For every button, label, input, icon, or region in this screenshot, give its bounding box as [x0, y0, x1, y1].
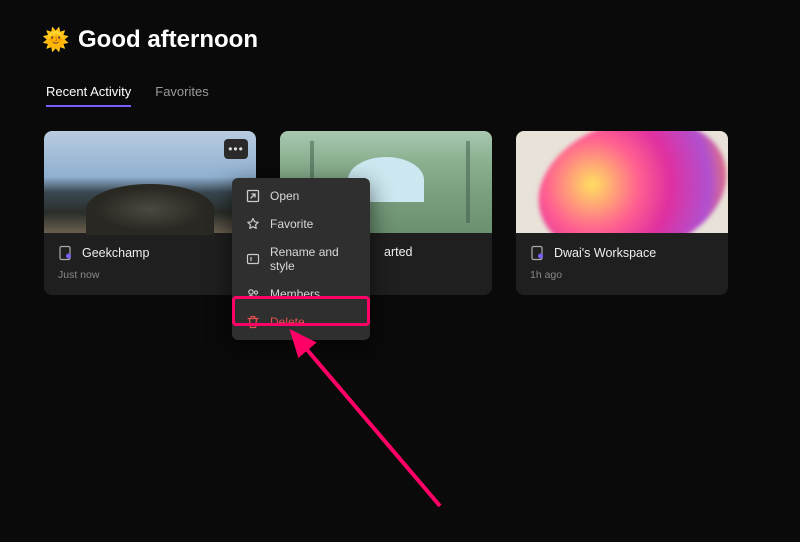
greeting-text: Good afternoon — [78, 26, 258, 54]
menu-label: Delete — [270, 315, 305, 329]
card-title: Geekchamp — [82, 246, 149, 260]
menu-label: Open — [270, 189, 299, 203]
card-timestamp: 1h ago — [530, 269, 714, 281]
menu-item-open[interactable]: Open — [232, 182, 370, 210]
more-horizontal-icon: ••• — [228, 142, 244, 156]
menu-item-favorite[interactable]: Favorite — [232, 210, 370, 238]
tab-bar: Recent Activity Favorites — [44, 84, 756, 107]
sun-icon: 🌞 — [44, 28, 68, 52]
tab-recent-activity[interactable]: Recent Activity — [46, 84, 131, 107]
greeting-header: 🌞 Good afternoon — [44, 26, 756, 54]
menu-item-rename[interactable]: Rename and style — [232, 238, 370, 280]
menu-label: Favorite — [270, 217, 313, 231]
annotation-arrow — [280, 316, 480, 516]
card-more-button[interactable]: ••• — [224, 139, 248, 159]
card-item[interactable]: Dwai's Workspace 1h ago — [516, 131, 728, 295]
card-thumbnail: ••• — [44, 131, 256, 233]
card-item[interactable]: ••• Geekchamp Just now — [44, 131, 256, 295]
card-title: Dwai's Workspace — [554, 246, 656, 260]
menu-item-members[interactable]: Members — [232, 280, 370, 308]
file-icon — [58, 245, 74, 261]
rename-icon — [246, 252, 260, 266]
star-icon — [246, 217, 260, 231]
menu-item-delete[interactable]: Delete — [232, 308, 370, 336]
members-icon — [246, 287, 260, 301]
tab-favorites[interactable]: Favorites — [155, 84, 208, 107]
card-grid: ••• Geekchamp Just now arted — [44, 131, 756, 295]
context-menu: Open Favorite Rename and style Members D… — [232, 178, 370, 340]
open-external-icon — [246, 189, 260, 203]
card-timestamp: Just now — [58, 269, 242, 281]
file-icon — [530, 245, 546, 261]
card-thumbnail — [516, 131, 728, 233]
menu-label: Members — [270, 287, 320, 301]
menu-label: Rename and style — [270, 245, 356, 273]
trash-icon — [246, 315, 260, 329]
